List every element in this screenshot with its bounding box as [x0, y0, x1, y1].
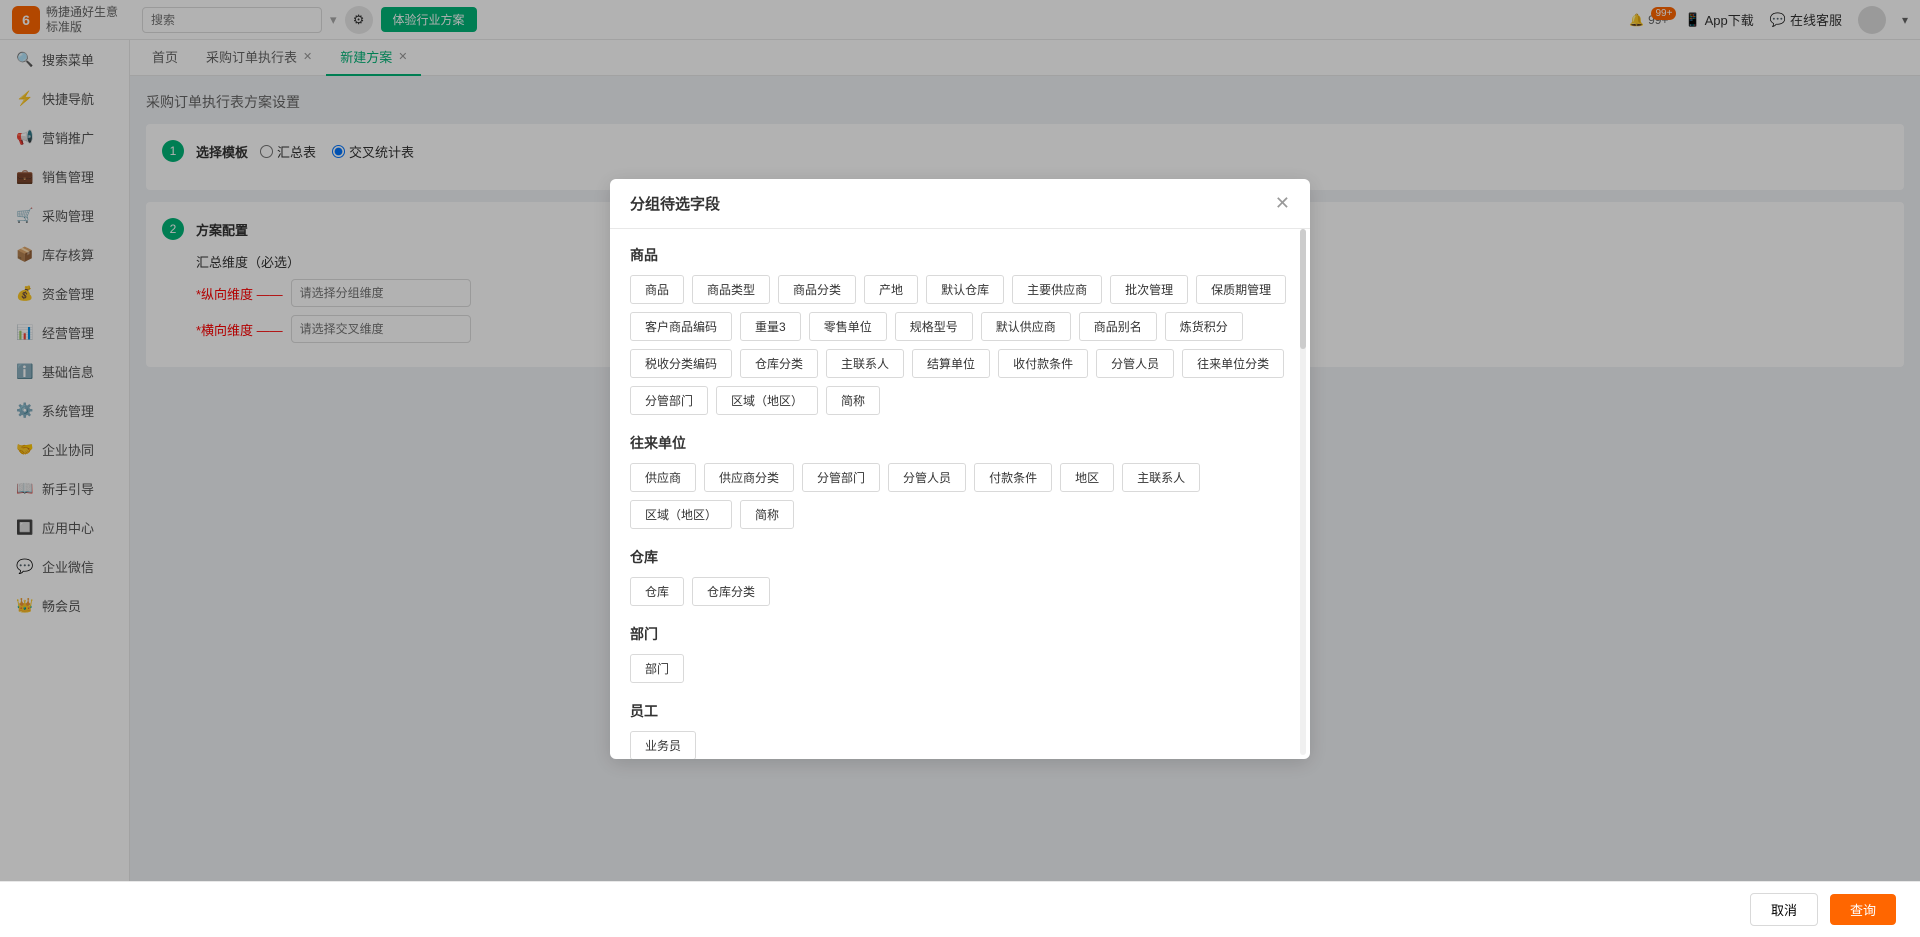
modal-scrollbar-thumb[interactable] [1300, 229, 1306, 349]
field-tag-default-supplier[interactable]: 默认供应商 [981, 312, 1071, 341]
section-partner: 往来单位 供应商 供应商分类 分管部门 分管人员 付款条件 地区 主联系人 区域… [630, 433, 1290, 529]
field-tag-retail-unit[interactable]: 零售单位 [809, 312, 887, 341]
field-tag-refine-points[interactable]: 炼货积分 [1165, 312, 1243, 341]
field-tag-default-warehouse[interactable]: 默认仓库 [926, 275, 1004, 304]
section-department-title: 部门 [630, 624, 1290, 644]
field-tag-shelf-life[interactable]: 保质期管理 [1196, 275, 1286, 304]
field-tag-goods[interactable]: 商品 [630, 275, 684, 304]
department-field-tags: 部门 [630, 654, 1290, 683]
field-tag-goods-type[interactable]: 商品类型 [692, 275, 770, 304]
section-warehouse-title: 仓库 [630, 547, 1290, 567]
field-tag-partner-manager[interactable]: 分管人员 [888, 463, 966, 492]
field-tag-origin[interactable]: 产地 [864, 275, 918, 304]
field-tag-dept[interactable]: 分管部门 [630, 386, 708, 415]
field-tag-spec-model[interactable]: 规格型号 [895, 312, 973, 341]
employee-field-tags: 业务员 [630, 731, 1290, 759]
field-tag-region-partner[interactable]: 区域（地区） [630, 500, 732, 529]
section-goods: 商品 商品 商品类型 商品分类 产地 默认仓库 主要供应商 批次管理 保质期管理… [630, 245, 1290, 415]
field-tag-department[interactable]: 部门 [630, 654, 684, 683]
confirm-button[interactable]: 查询 [1830, 894, 1896, 925]
partner-field-tags: 供应商 供应商分类 分管部门 分管人员 付款条件 地区 主联系人 区域（地区） … [630, 463, 1290, 529]
section-employee: 员工 业务员 [630, 701, 1290, 759]
field-tag-goods-alias[interactable]: 商品别名 [1079, 312, 1157, 341]
field-tag-payment-terms[interactable]: 收付款条件 [998, 349, 1088, 378]
field-tag-area[interactable]: 地区 [1060, 463, 1114, 492]
field-tag-supplier[interactable]: 供应商 [630, 463, 696, 492]
modal-scrollbar-track [1300, 229, 1306, 755]
field-tag-short-name[interactable]: 简称 [826, 386, 880, 415]
field-tag-salesperson[interactable]: 业务员 [630, 731, 696, 759]
field-tag-tax-code[interactable]: 税收分类编码 [630, 349, 732, 378]
modal-close-button[interactable]: ✕ [1275, 193, 1290, 214]
field-tag-main-contact-partner[interactable]: 主联系人 [1122, 463, 1200, 492]
field-tag-batch-mgmt[interactable]: 批次管理 [1110, 275, 1188, 304]
field-tag-partner-dept[interactable]: 分管部门 [802, 463, 880, 492]
modal-footer-bar: 取消 查询 [0, 881, 1920, 937]
section-goods-title: 商品 [630, 245, 1290, 265]
section-employee-title: 员工 [630, 701, 1290, 721]
section-partner-title: 往来单位 [630, 433, 1290, 453]
field-tag-weight3[interactable]: 重量3 [740, 312, 801, 341]
modal-body: 商品 商品 商品类型 商品分类 产地 默认仓库 主要供应商 批次管理 保质期管理… [610, 229, 1310, 759]
modal-title: 分组待选字段 [630, 193, 720, 214]
field-tag-warehouse-category[interactable]: 仓库分类 [740, 349, 818, 378]
field-tag-settlement-unit[interactable]: 结算单位 [912, 349, 990, 378]
field-tag-goods-category[interactable]: 商品分类 [778, 275, 856, 304]
field-tag-main-supplier[interactable]: 主要供应商 [1012, 275, 1102, 304]
field-tag-region[interactable]: 区域（地区） [716, 386, 818, 415]
field-tag-manager[interactable]: 分管人员 [1096, 349, 1174, 378]
section-department: 部门 部门 [630, 624, 1290, 683]
goods-field-tags: 商品 商品类型 商品分类 产地 默认仓库 主要供应商 批次管理 保质期管理 客户… [630, 275, 1290, 415]
modal-overlay: 分组待选字段 ✕ 商品 商品 商品类型 商品分类 产地 默认仓库 主要供应商 批… [0, 0, 1920, 937]
field-tag-payment-condition[interactable]: 付款条件 [974, 463, 1052, 492]
modal-header: 分组待选字段 ✕ [610, 179, 1310, 229]
section-warehouse: 仓库 仓库 仓库分类 [630, 547, 1290, 606]
field-tag-short-name-partner[interactable]: 简称 [740, 500, 794, 529]
field-tag-warehouse[interactable]: 仓库 [630, 577, 684, 606]
field-tag-partner-category[interactable]: 往来单位分类 [1182, 349, 1284, 378]
field-tag-main-contact[interactable]: 主联系人 [826, 349, 904, 378]
cancel-button[interactable]: 取消 [1750, 893, 1818, 926]
warehouse-field-tags: 仓库 仓库分类 [630, 577, 1290, 606]
field-tag-customer-goods-code[interactable]: 客户商品编码 [630, 312, 732, 341]
field-tag-warehouse-cat[interactable]: 仓库分类 [692, 577, 770, 606]
field-tag-supplier-category[interactable]: 供应商分类 [704, 463, 794, 492]
field-select-modal: 分组待选字段 ✕ 商品 商品 商品类型 商品分类 产地 默认仓库 主要供应商 批… [610, 179, 1310, 759]
